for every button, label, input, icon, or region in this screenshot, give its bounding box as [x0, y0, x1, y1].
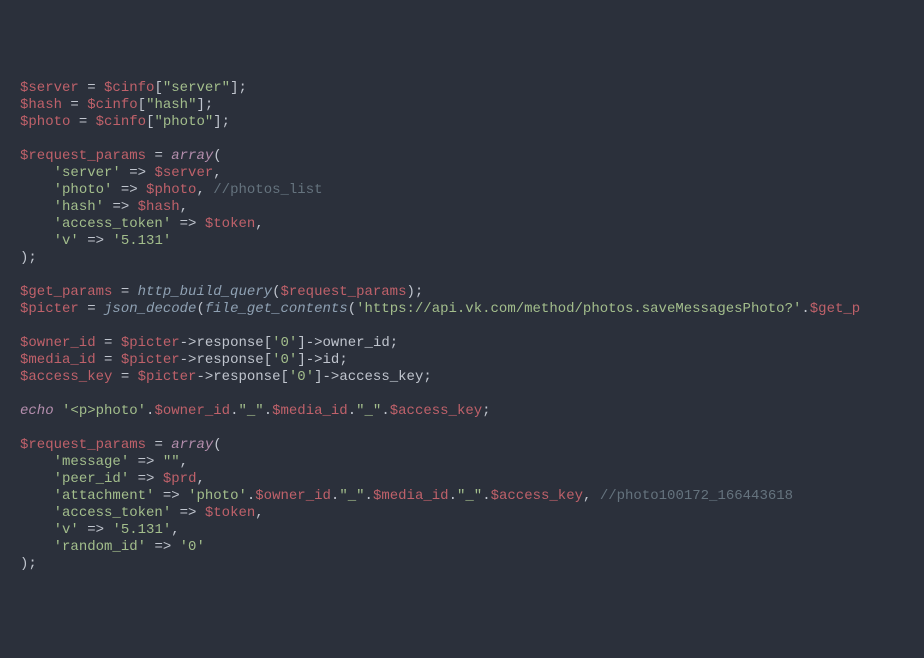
code-line: $photo = $cinfo["photo"];: [20, 114, 230, 130]
code-line: 'peer_id' => $prd,: [20, 471, 205, 487]
code-line: 'photo' => $photo, //photos_list: [20, 182, 323, 198]
blank-line: [20, 318, 28, 334]
code-line: $access_key = $picter->response['0']->ac…: [20, 369, 432, 385]
code-line: echo '<p>photo'.$owner_id."_".$media_id.…: [20, 403, 491, 419]
code-line: $get_params = http_build_query($request_…: [20, 284, 423, 300]
code-line: $request_params = array(: [20, 437, 222, 453]
code-line: 'access_token' => $token,: [20, 505, 264, 521]
code-line: $owner_id = $picter->response['0']->owne…: [20, 335, 398, 351]
code-line: 'message' => "",: [20, 454, 188, 470]
code-line: $media_id = $picter->response['0']->id;: [20, 352, 348, 368]
code-line: $server = $cinfo["server"];: [20, 80, 247, 96]
code-line: $request_params = array(: [20, 148, 222, 164]
code-line: 'hash' => $hash,: [20, 199, 188, 215]
blank-line: [20, 131, 28, 147]
code-line: $hash = $cinfo["hash"];: [20, 97, 213, 113]
blank-line: [20, 267, 28, 283]
code-line: 'random_id' => '0': [20, 539, 205, 555]
code-line: );: [20, 556, 37, 572]
blank-line: [20, 386, 28, 402]
code-line: 'access_token' => $token,: [20, 216, 264, 232]
code-line: 'server' => $server,: [20, 165, 222, 181]
code-line: 'attachment' => 'photo'.$owner_id."_".$m…: [20, 488, 793, 504]
code-line: );: [20, 250, 37, 266]
blank-line: [20, 420, 28, 436]
code-line: 'v' => '5.131': [20, 233, 171, 249]
code-line: $picter = json_decode(file_get_contents(…: [20, 301, 860, 317]
code-editor[interactable]: $server = $cinfo["server"]; $hash = $cin…: [20, 80, 904, 573]
code-line: 'v' => '5.131',: [20, 522, 180, 538]
